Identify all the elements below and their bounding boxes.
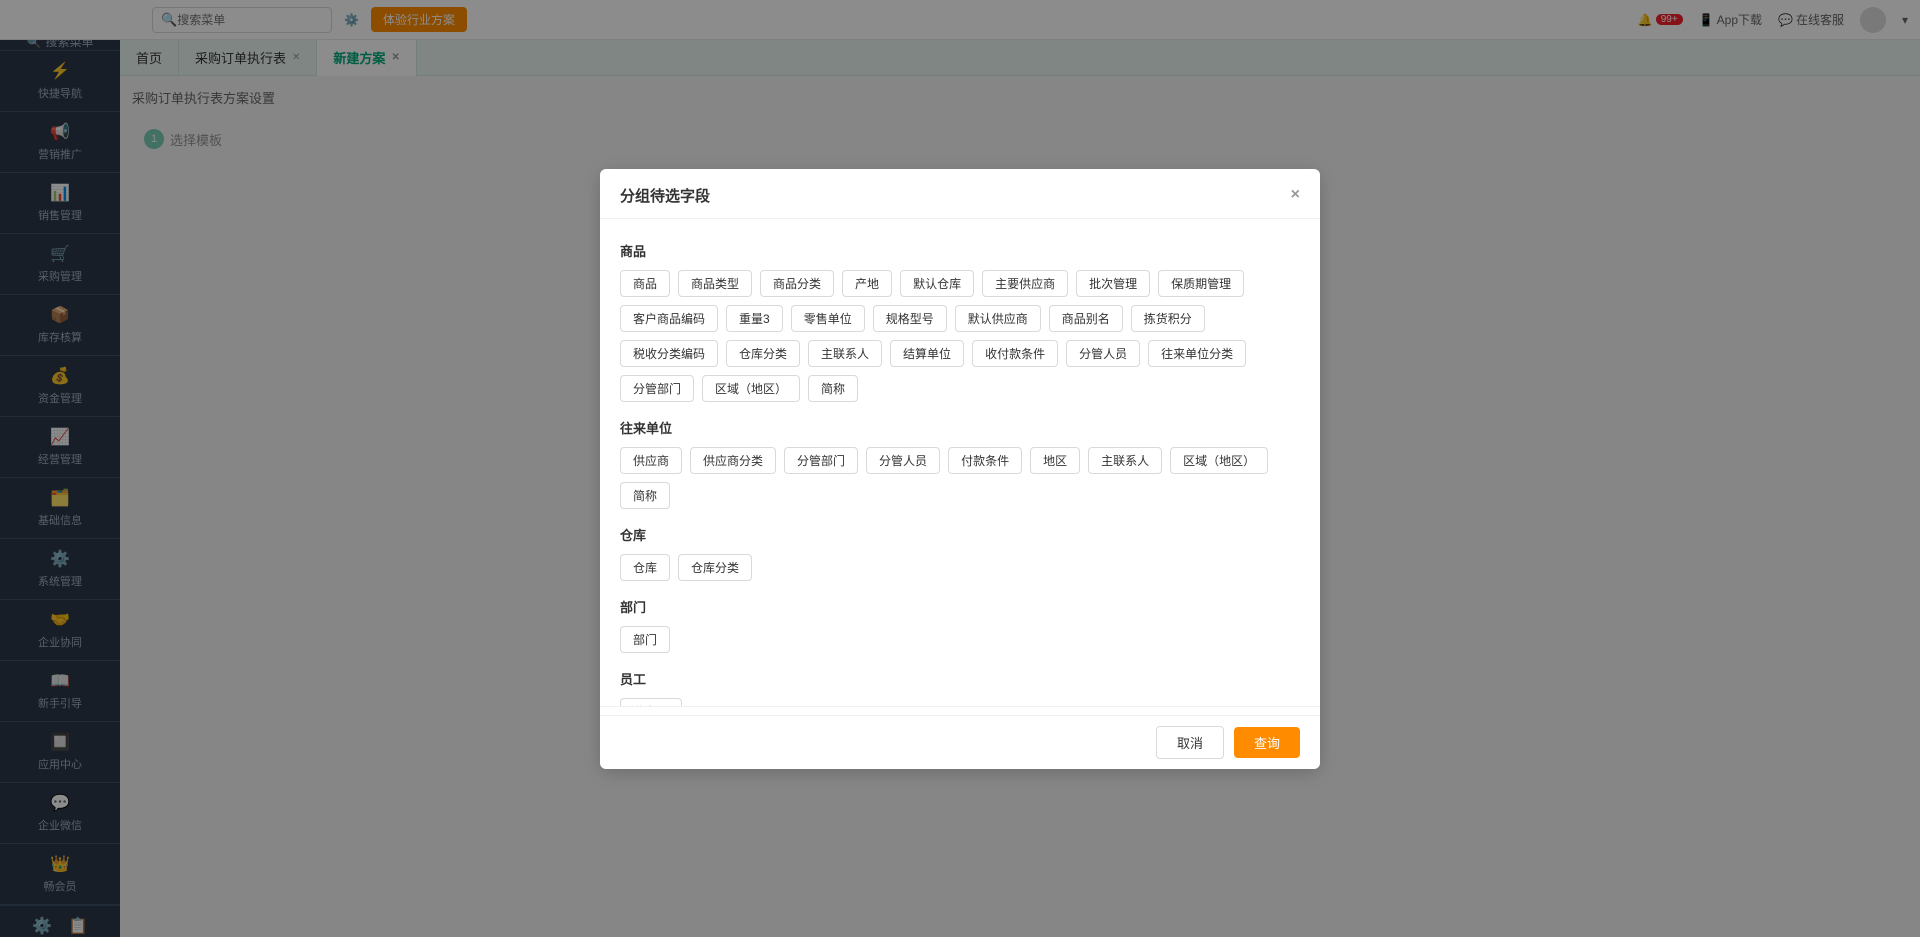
field-tag[interactable]: 主要供应商 xyxy=(982,270,1068,297)
field-tag[interactable]: 默认供应商 xyxy=(955,305,1041,332)
field-grid-往来单位: 供应商供应商分类分管部门分管人员付款条件地区主联系人区域（地区） 简称 xyxy=(620,447,1300,509)
field-tag[interactable]: 仓库分类 xyxy=(678,554,752,581)
field-tag[interactable]: 产地 xyxy=(842,270,892,297)
field-tag[interactable]: 简称 xyxy=(620,482,670,509)
field-tag[interactable]: 商品分类 xyxy=(760,270,834,297)
field-tag[interactable]: 区域（地区） xyxy=(1170,447,1268,474)
section-title-部门: 部门 xyxy=(620,597,1300,616)
field-tag[interactable]: 结算单位 xyxy=(890,340,964,367)
modal-close-btn[interactable]: × xyxy=(1291,186,1300,204)
field-grid-员工: 业务员 xyxy=(620,698,1300,707)
section-title-员工: 员工 xyxy=(620,669,1300,688)
field-tag[interactable]: 零售单位 xyxy=(791,305,865,332)
field-tag[interactable]: 商品别名 xyxy=(1049,305,1123,332)
modal-overlay: 分组待选字段 × 商品商品商品类型商品分类产地默认仓库主要供应商批次管理保质期管… xyxy=(0,0,1920,937)
field-tag[interactable]: 付款条件 xyxy=(948,447,1022,474)
field-tag[interactable]: 供应商 xyxy=(620,447,682,474)
modal-title: 分组待选字段 xyxy=(620,185,710,206)
field-tag[interactable]: 收付款条件 xyxy=(972,340,1058,367)
modal-horizontal-scroll[interactable] xyxy=(600,706,1320,714)
confirm-button[interactable]: 查询 xyxy=(1234,727,1300,758)
field-tag[interactable]: 往来单位分类 xyxy=(1148,340,1246,367)
field-tag[interactable]: 仓库 xyxy=(620,554,670,581)
field-tag[interactable]: 客户商品编码 xyxy=(620,305,718,332)
section-title-商品: 商品 xyxy=(620,241,1300,260)
field-tag[interactable]: 规格型号 xyxy=(873,305,947,332)
modal-header: 分组待选字段 × xyxy=(600,169,1320,219)
field-grid-商品: 商品商品类型商品分类产地默认仓库主要供应商批次管理保质期管理客户商品编码重量3 零… xyxy=(620,270,1300,402)
section-title-往来单位: 往来单位 xyxy=(620,418,1300,437)
section-title-仓库: 仓库 xyxy=(620,525,1300,544)
field-tag[interactable]: 分管部门 xyxy=(784,447,858,474)
field-grid-仓库: 仓库仓库分类 xyxy=(620,554,1300,581)
field-tag[interactable]: 区域（地区） xyxy=(702,375,800,402)
field-grid-部门: 部门 xyxy=(620,626,1300,653)
field-tag[interactable]: 供应商分类 xyxy=(690,447,776,474)
field-tag[interactable]: 拣货积分 xyxy=(1131,305,1205,332)
field-tag[interactable]: 仓库分类 xyxy=(726,340,800,367)
field-tag[interactable]: 简称 xyxy=(808,375,858,402)
field-select-modal: 分组待选字段 × 商品商品商品类型商品分类产地默认仓库主要供应商批次管理保质期管… xyxy=(600,169,1320,769)
field-tag[interactable]: 默认仓库 xyxy=(900,270,974,297)
field-tag[interactable]: 业务员 xyxy=(620,698,682,707)
modal-body: 商品商品商品类型商品分类产地默认仓库主要供应商批次管理保质期管理客户商品编码重量… xyxy=(600,219,1320,707)
field-tag[interactable]: 地区 xyxy=(1030,447,1080,474)
field-tag[interactable]: 商品类型 xyxy=(678,270,752,297)
field-tag[interactable]: 重量3 xyxy=(726,305,783,332)
field-tag[interactable]: 部门 xyxy=(620,626,670,653)
field-tag[interactable]: 税收分类编码 xyxy=(620,340,718,367)
field-tag[interactable]: 主联系人 xyxy=(1088,447,1162,474)
field-tag[interactable]: 保质期管理 xyxy=(1158,270,1244,297)
field-tag[interactable]: 批次管理 xyxy=(1076,270,1150,297)
field-tag[interactable]: 分管人员 xyxy=(1066,340,1140,367)
modal-footer: 取消 查询 xyxy=(600,715,1320,769)
cancel-button[interactable]: 取消 xyxy=(1156,726,1224,759)
field-tag[interactable]: 商品 xyxy=(620,270,670,297)
field-tag[interactable]: 分管人员 xyxy=(866,447,940,474)
field-tag[interactable]: 分管部门 xyxy=(620,375,694,402)
field-tag[interactable]: 主联系人 xyxy=(808,340,882,367)
